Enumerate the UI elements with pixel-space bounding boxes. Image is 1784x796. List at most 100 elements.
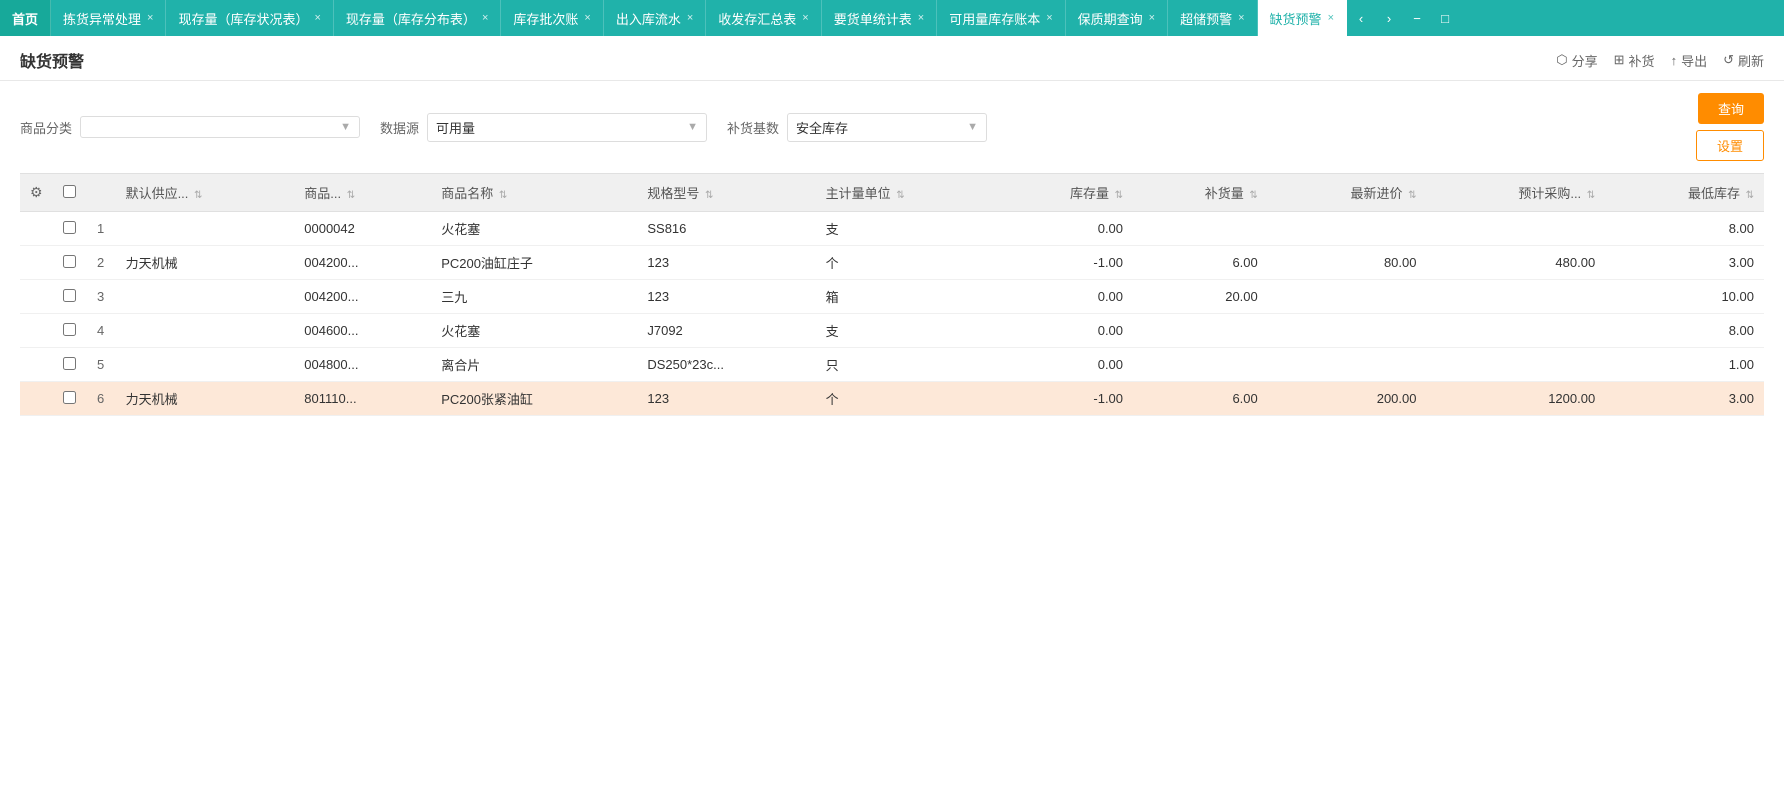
- replenish-base-select[interactable]: 安全库存 ▼: [787, 113, 987, 142]
- td-stock-4: 0.00: [998, 348, 1133, 382]
- share-action[interactable]: ⬡ 分享: [1556, 51, 1597, 70]
- td-checkbox-3: [53, 314, 86, 348]
- td-forecast-5: 1200.00: [1426, 382, 1605, 416]
- gear-icon[interactable]: ⚙: [30, 184, 43, 200]
- tab-8-label: 可用量库存账本: [949, 9, 1040, 28]
- spec-sort-icon[interactable]: ⇅: [705, 190, 713, 201]
- tab-10[interactable]: 超储预警 ×: [1168, 0, 1257, 36]
- tab-1-close[interactable]: ×: [147, 12, 153, 24]
- td-rownum-3: 4: [86, 314, 116, 348]
- row-checkbox-0[interactable]: [63, 221, 76, 234]
- td-product-name-0: 火花塞: [431, 212, 637, 246]
- th-forecast-label: 预计采购...: [1518, 186, 1581, 201]
- min-stock-sort-icon[interactable]: ⇅: [1746, 190, 1754, 201]
- product-name-sort-icon[interactable]: ⇅: [499, 190, 507, 201]
- tab-3-close[interactable]: ×: [482, 12, 488, 24]
- tab-9-close[interactable]: ×: [1149, 12, 1155, 24]
- product-code-sort-icon[interactable]: ⇅: [347, 190, 355, 201]
- table-row: 5 004800... 离合片 DS250*23c... 只 0.00 1.00: [20, 348, 1764, 382]
- td-replenish-5: 6.00: [1133, 382, 1268, 416]
- td-forecast-1: 480.00: [1426, 246, 1605, 280]
- unit-sort-icon[interactable]: ⇅: [896, 190, 904, 201]
- replenish-base-chevron-icon: ▼: [967, 121, 978, 133]
- td-product-name-3: 火花塞: [431, 314, 637, 348]
- td-gear-3: [20, 314, 53, 348]
- tab-home[interactable]: 首页: [0, 0, 51, 36]
- tab-next-btn[interactable]: ›: [1375, 0, 1403, 36]
- row-checkbox-1[interactable]: [63, 255, 76, 268]
- right-actions: 查询 设置: [1696, 93, 1764, 161]
- td-supplier-3: [116, 314, 295, 348]
- td-min-stock-0: 8.00: [1605, 212, 1764, 246]
- row-checkbox-2[interactable]: [63, 289, 76, 302]
- tab-2-close[interactable]: ×: [314, 12, 320, 24]
- tab-9[interactable]: 保质期查询 ×: [1066, 0, 1168, 36]
- tab-1[interactable]: 拣货异常处理 ×: [51, 0, 166, 36]
- th-product-code-label: 商品...: [304, 186, 341, 201]
- tab-6[interactable]: 收发存汇总表 ×: [706, 0, 821, 36]
- export-label: 导出: [1681, 51, 1707, 70]
- tab-8-close[interactable]: ×: [1046, 12, 1052, 24]
- export-action[interactable]: ↑ 导出: [1671, 51, 1708, 70]
- latest-price-sort-icon[interactable]: ⇅: [1408, 190, 1416, 201]
- forecast-sort-icon[interactable]: ⇅: [1587, 190, 1595, 201]
- tab-11[interactable]: 缺货预警 ×: [1258, 0, 1347, 36]
- td-product-name-5: PC200张紧油缸: [431, 382, 637, 416]
- tab-7[interactable]: 要货单统计表 ×: [822, 0, 937, 36]
- tab-maximize-btn[interactable]: □: [1431, 0, 1459, 36]
- td-min-stock-2: 10.00: [1605, 280, 1764, 314]
- td-unit-4: 只: [816, 348, 999, 382]
- td-product-name-2: 三九: [431, 280, 637, 314]
- td-replenish-2: 20.00: [1133, 280, 1268, 314]
- select-all-checkbox[interactable]: [63, 185, 76, 198]
- tab-10-close[interactable]: ×: [1238, 12, 1244, 24]
- replenish-filter-group: 补货基数 安全库存 ▼: [727, 113, 987, 142]
- th-latest-price-label: 最新进价: [1350, 186, 1402, 201]
- query-button[interactable]: 查询: [1698, 93, 1764, 124]
- td-product-code-2: 004200...: [294, 280, 431, 314]
- td-forecast-0: [1426, 212, 1605, 246]
- settings-button[interactable]: 设置: [1696, 130, 1764, 161]
- supplier-sort-icon[interactable]: ⇅: [194, 190, 202, 201]
- category-select[interactable]: ▼: [80, 116, 360, 138]
- refresh-action[interactable]: ↺ 刷新: [1723, 51, 1764, 70]
- td-replenish-0: [1133, 212, 1268, 246]
- table-row: 1 0000042 火花塞 SS816 支 0.00 8.00: [20, 212, 1764, 246]
- tab-6-close[interactable]: ×: [802, 12, 808, 24]
- tab-prev-btn[interactable]: ‹: [1347, 0, 1375, 36]
- td-latest-price-4: [1268, 348, 1427, 382]
- row-checkbox-5[interactable]: [63, 391, 76, 404]
- datasource-value: 可用量: [436, 118, 475, 137]
- tab-7-label: 要货单统计表: [834, 9, 912, 28]
- tab-11-close[interactable]: ×: [1328, 12, 1334, 24]
- td-gear-2: [20, 280, 53, 314]
- tab-5-close[interactable]: ×: [687, 12, 693, 24]
- replenish-sort-icon[interactable]: ⇅: [1249, 190, 1257, 201]
- td-replenish-3: [1133, 314, 1268, 348]
- replenish-base-value: 安全库存: [796, 118, 848, 137]
- td-unit-5: 个: [816, 382, 999, 416]
- th-stock: 库存量 ⇅: [998, 174, 1133, 212]
- tab-5[interactable]: 出入库流水 ×: [604, 0, 706, 36]
- td-rownum-2: 3: [86, 280, 116, 314]
- th-stock-label: 库存量: [1070, 186, 1109, 201]
- td-checkbox-1: [53, 246, 86, 280]
- tab-3[interactable]: 现存量（库存分布表） ×: [334, 0, 501, 36]
- tab-4[interactable]: 库存批次账 ×: [501, 0, 603, 36]
- tab-10-label: 超储预警: [1180, 9, 1232, 28]
- datasource-select[interactable]: 可用量 ▼: [427, 113, 707, 142]
- td-rownum-0: 1: [86, 212, 116, 246]
- stock-sort-icon[interactable]: ⇅: [1115, 190, 1123, 201]
- tab-8[interactable]: 可用量库存账本 ×: [937, 0, 1065, 36]
- tab-4-close[interactable]: ×: [584, 12, 590, 24]
- tab-minimize-btn[interactable]: −: [1403, 0, 1431, 36]
- replenish-action[interactable]: ⊞ 补货: [1614, 51, 1655, 70]
- tab-2[interactable]: 现存量（库存状况表） ×: [166, 0, 333, 36]
- td-unit-0: 支: [816, 212, 999, 246]
- td-forecast-4: [1426, 348, 1605, 382]
- td-spec-0: SS816: [637, 212, 815, 246]
- td-spec-5: 123: [637, 382, 815, 416]
- row-checkbox-3[interactable]: [63, 323, 76, 336]
- tab-7-close[interactable]: ×: [918, 12, 924, 24]
- row-checkbox-4[interactable]: [63, 357, 76, 370]
